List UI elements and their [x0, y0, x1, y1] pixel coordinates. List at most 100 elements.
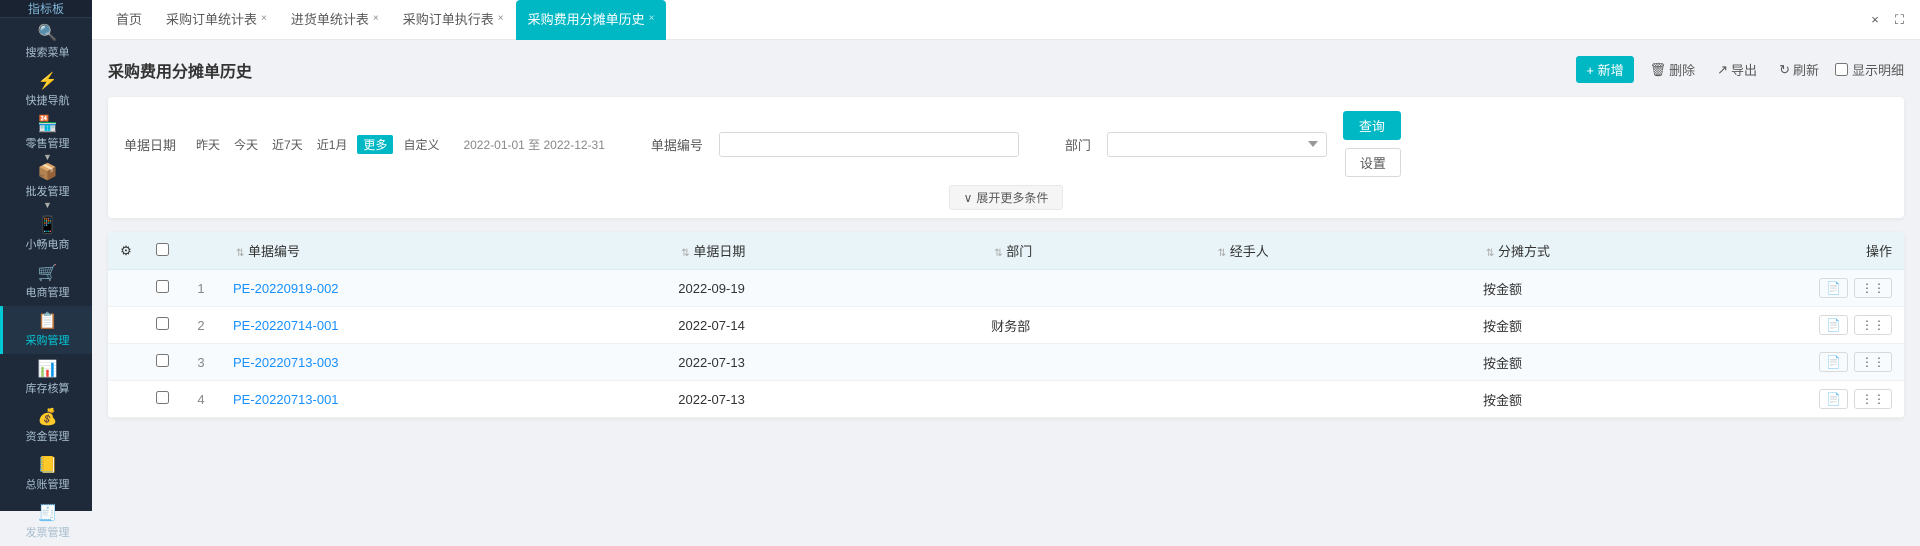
yesterday-btn[interactable]: 昨天	[192, 135, 224, 154]
display-toggle-checkbox[interactable]	[1835, 63, 1848, 76]
row-dept-cell: 财务部	[979, 307, 1203, 344]
sidebar-item-wholesale[interactable]: 📦 批发管理 ▼	[0, 162, 92, 210]
close-all-button[interactable]: ×	[1867, 10, 1883, 29]
sidebar-item-label: 采购管理	[26, 334, 70, 348]
tab-purchase-cost-history[interactable]: 采购费用分摊单历史 ×	[516, 0, 667, 40]
tab-close-icon[interactable]: ×	[649, 13, 655, 24]
col-doc-no[interactable]: ⇅ 单据编号	[221, 232, 666, 270]
row-settings-cell	[108, 270, 144, 307]
sidebar-item-ecommerce[interactable]: 🛒 电商管理	[0, 258, 92, 306]
row-actions-cell: 📄 ⋮⋮	[1784, 381, 1904, 418]
tab-close-icon[interactable]: ×	[373, 13, 379, 24]
tab-home[interactable]: 首页	[104, 0, 154, 40]
row-settings-cell	[108, 381, 144, 418]
row-doc-date-cell: 2022-07-13	[666, 381, 979, 418]
chevron-down-icon: ∨	[964, 191, 973, 205]
filter-settings-button[interactable]: 设置	[1345, 148, 1401, 177]
tab-purchase-order-exec[interactable]: 采购订单执行表 ×	[391, 0, 516, 40]
sidebar-item-ledger[interactable]: 📒 总账管理	[0, 450, 92, 498]
tab-inbound-stats[interactable]: 进货单统计表 ×	[279, 0, 391, 40]
more-date-btn[interactable]: 更多	[357, 135, 393, 154]
row-more-button[interactable]: ⋮⋮	[1854, 389, 1892, 409]
row-num-cell: 2	[181, 307, 221, 344]
table-row: 4 PE-20220713-001 2022-07-13 按金额 📄 ⋮⋮	[108, 381, 1904, 418]
sidebar-item-retail[interactable]: 🏪 零售管理 ▼	[0, 114, 92, 162]
sidebar-item-label: 小畅电商	[26, 238, 70, 252]
col-split-method[interactable]: ⇅ 分摊方式	[1471, 232, 1784, 270]
tab-close-icon[interactable]: ×	[498, 13, 504, 24]
col-handler[interactable]: ⇅ 经手人	[1203, 232, 1471, 270]
row-checkbox[interactable]	[156, 354, 169, 367]
expand-more-row: ∨ 展开更多条件	[124, 185, 1888, 210]
table-row: 3 PE-20220713-003 2022-07-13 按金额 📄 ⋮⋮	[108, 344, 1904, 381]
col-dept-sort-icon: ⇅	[994, 248, 1002, 259]
sidebar-item-inventory[interactable]: 📊 库存核算	[0, 354, 92, 402]
add-button[interactable]: + 新增	[1576, 56, 1633, 83]
sidebar-item-purchase[interactable]: 📋 采购管理	[0, 306, 92, 354]
col-dept[interactable]: ⇅ 部门	[979, 232, 1203, 270]
tab-label: 采购订单统计表	[166, 9, 257, 28]
sidebar-item-mobile[interactable]: 📱 小畅电商	[0, 210, 92, 258]
expand-more-button[interactable]: ∨ 展开更多条件	[949, 185, 1064, 210]
row-handler-cell	[1203, 381, 1471, 418]
row-view-button[interactable]: 📄	[1819, 278, 1848, 298]
row-view-button[interactable]: 📄	[1819, 389, 1848, 409]
row-split-method-cell: 按金额	[1471, 381, 1784, 418]
last1month-btn[interactable]: 近1月	[313, 135, 352, 154]
refresh-button[interactable]: ↻ 刷新	[1773, 56, 1825, 83]
doc-no-link[interactable]: PE-20220713-003	[233, 355, 339, 370]
sidebar-item-finance[interactable]: 💰 资金管理	[0, 402, 92, 450]
row-more-button[interactable]: ⋮⋮	[1854, 315, 1892, 335]
tab-close-icon[interactable]: ×	[261, 13, 267, 24]
display-toggle[interactable]: 显示明细	[1835, 60, 1904, 79]
sidebar-item-label: 发票管理	[26, 526, 70, 540]
col-doc-date[interactable]: ⇅ 单据日期	[666, 232, 979, 270]
date-filter-label: 单据日期	[124, 135, 176, 154]
doc-no-input[interactable]	[719, 132, 1019, 157]
row-more-button[interactable]: ⋮⋮	[1854, 278, 1892, 298]
tab-purchase-order-stats[interactable]: 采购订单统计表 ×	[154, 0, 279, 40]
dept-select[interactable]	[1107, 132, 1327, 157]
maximize-button[interactable]: ⛶	[1891, 10, 1908, 30]
doc-no-label: 单据编号	[651, 135, 703, 154]
doc-no-link[interactable]: PE-20220919-002	[233, 281, 339, 296]
last7days-btn[interactable]: 近7天	[268, 135, 307, 154]
row-view-button[interactable]: 📄	[1819, 315, 1848, 335]
row-doc-no-cell: PE-20220713-001	[221, 381, 666, 418]
sidebar-item-invoice[interactable]: 🧾 发票管理	[0, 498, 92, 546]
delete-button[interactable]: 🗑 删除	[1644, 56, 1702, 83]
row-checkbox-cell[interactable]	[144, 381, 181, 418]
ecommerce-icon: 🛒	[38, 263, 58, 283]
col-settings[interactable]: ⚙	[108, 232, 144, 270]
row-checkbox-cell[interactable]	[144, 270, 181, 307]
quick-icon: ⚡	[38, 71, 58, 91]
action-buttons: + 新增 🗑 删除 ↗ 导出 ↻ 刷新 显示明细	[1576, 56, 1904, 83]
row-doc-date-cell: 2022-07-14	[666, 307, 979, 344]
row-handler-cell	[1203, 344, 1471, 381]
row-checkbox-cell[interactable]	[144, 344, 181, 381]
doc-no-link[interactable]: PE-20220714-001	[233, 318, 339, 333]
search-button[interactable]: 查询	[1343, 111, 1401, 140]
row-checkbox[interactable]	[156, 280, 169, 293]
col-actions: 操作	[1784, 232, 1904, 270]
select-all-checkbox[interactable]	[156, 243, 169, 256]
col-checkbox[interactable]	[144, 232, 181, 270]
delete-icon: 🗑	[1650, 62, 1667, 78]
doc-no-link[interactable]: PE-20220713-001	[233, 392, 339, 407]
row-checkbox[interactable]	[156, 391, 169, 404]
row-checkbox[interactable]	[156, 317, 169, 330]
row-view-button[interactable]: 📄	[1819, 352, 1848, 372]
row-more-button[interactable]: ⋮⋮	[1854, 352, 1892, 372]
sidebar-item-quick[interactable]: ⚡ 快捷导航	[0, 66, 92, 114]
filter-area: 单据日期 昨天 今天 近7天 近1月 更多 自定义 2022-01-01 至 2…	[108, 97, 1904, 218]
today-btn[interactable]: 今天	[230, 135, 262, 154]
custom-date-btn[interactable]: 自定义	[399, 135, 443, 154]
tab-label: 采购费用分摊单历史	[528, 9, 645, 28]
search-icon: 🔍	[38, 23, 58, 43]
export-button[interactable]: ↗ 导出	[1711, 56, 1763, 83]
data-table: ⚙ ⇅ 单据编号 ⇅ 单据日期	[108, 232, 1904, 418]
row-checkbox-cell[interactable]	[144, 307, 181, 344]
sidebar-item-search[interactable]: 🔍 搜索菜单	[0, 18, 92, 66]
sidebar-item-label: 搜索菜单	[26, 46, 70, 60]
row-doc-no-cell: PE-20220919-002	[221, 270, 666, 307]
